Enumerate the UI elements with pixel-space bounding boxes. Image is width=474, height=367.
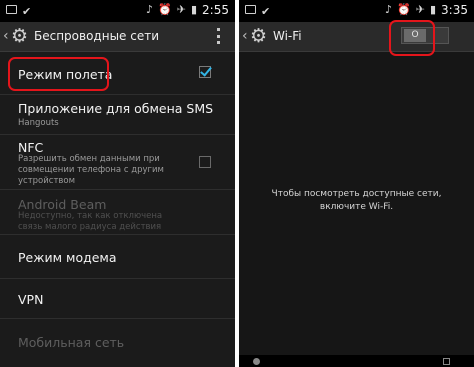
battery-icon: ▮ (190, 3, 198, 16)
airplane-mode-checkbox[interactable] (199, 66, 211, 78)
back-icon[interactable]: ‹ (242, 28, 248, 44)
item-subtitle: Разрешить обмен данными при совмещении т… (18, 154, 164, 186)
page-title: Wi-Fi (273, 29, 302, 43)
item-title: VPN (18, 292, 44, 307)
nfc-checkbox[interactable] (199, 156, 211, 168)
tethering-item[interactable]: Режим модема (0, 235, 235, 279)
status-time: 3:35 (441, 3, 468, 17)
settings-gear-icon[interactable]: ⚙ (11, 25, 28, 47)
nfc-item[interactable]: NFC Разрешить обмен данными при совмещен… (0, 135, 235, 190)
airplane-icon: ✈ (176, 3, 186, 16)
back-icon[interactable]: ‹ (3, 28, 9, 44)
overflow-menu-icon[interactable] (217, 28, 221, 44)
mobile-network-item: Мобильная сеть (0, 319, 235, 367)
action-bar: ‹ ⚙ Беспроводные сети (0, 22, 235, 52)
checklist-icon: ✔ (261, 5, 271, 18)
item-title: Режим модема (18, 250, 117, 265)
status-bar: ✔ ♪ ⏰ ✈ ▮ 2:55 (0, 0, 235, 22)
status-bar: ✔ ♪ ⏰ ✈ ▮ 3:35 (239, 0, 474, 22)
item-subtitle: Hangouts (18, 118, 59, 128)
silent-icon: ♪ (146, 3, 154, 16)
wifi-settings-screen: ✔ ♪ ⏰ ✈ ▮ 3:35 ‹ ⚙ Wi-Fi O Чтобы посмотр… (239, 0, 474, 367)
item-title: Мобильная сеть (18, 335, 125, 350)
vpn-item[interactable]: VPN (0, 279, 235, 319)
airplane-icon: ✈ (415, 3, 425, 16)
wireless-settings-screen: ✔ ♪ ⏰ ✈ ▮ 2:55 ‹ ⚙ Беспроводные сети Реж… (0, 0, 235, 367)
highlight-box (389, 20, 435, 56)
alarm-icon: ⏰ (397, 3, 411, 16)
alarm-icon: ⏰ (158, 3, 172, 16)
notification-icon (245, 5, 256, 14)
wps-icon[interactable] (253, 358, 260, 365)
item-title: NFC (18, 140, 44, 155)
android-beam-item: Android Beam Недоступно, так как отключе… (0, 190, 235, 235)
checklist-icon: ✔ (22, 5, 32, 18)
settings-gear-icon[interactable]: ⚙ (250, 25, 267, 47)
sms-app-item[interactable]: Приложение для обмена SMS Hangouts (0, 95, 235, 135)
item-title: Android Beam (18, 197, 107, 212)
item-subtitle: Недоступно, так как отключена связь мало… (18, 211, 163, 232)
status-time: 2:55 (202, 3, 229, 17)
highlight-box (8, 57, 109, 91)
page-title: Беспроводные сети (34, 29, 160, 43)
silent-icon: ♪ (385, 3, 393, 16)
wifi-off-message: Чтобы посмотреть доступные сети, включит… (271, 189, 442, 212)
bottom-bar (239, 355, 474, 367)
add-network-icon[interactable] (443, 358, 450, 365)
item-title: Приложение для обмена SMS (18, 101, 214, 116)
battery-icon: ▮ (429, 3, 437, 16)
notification-icon (6, 5, 17, 14)
